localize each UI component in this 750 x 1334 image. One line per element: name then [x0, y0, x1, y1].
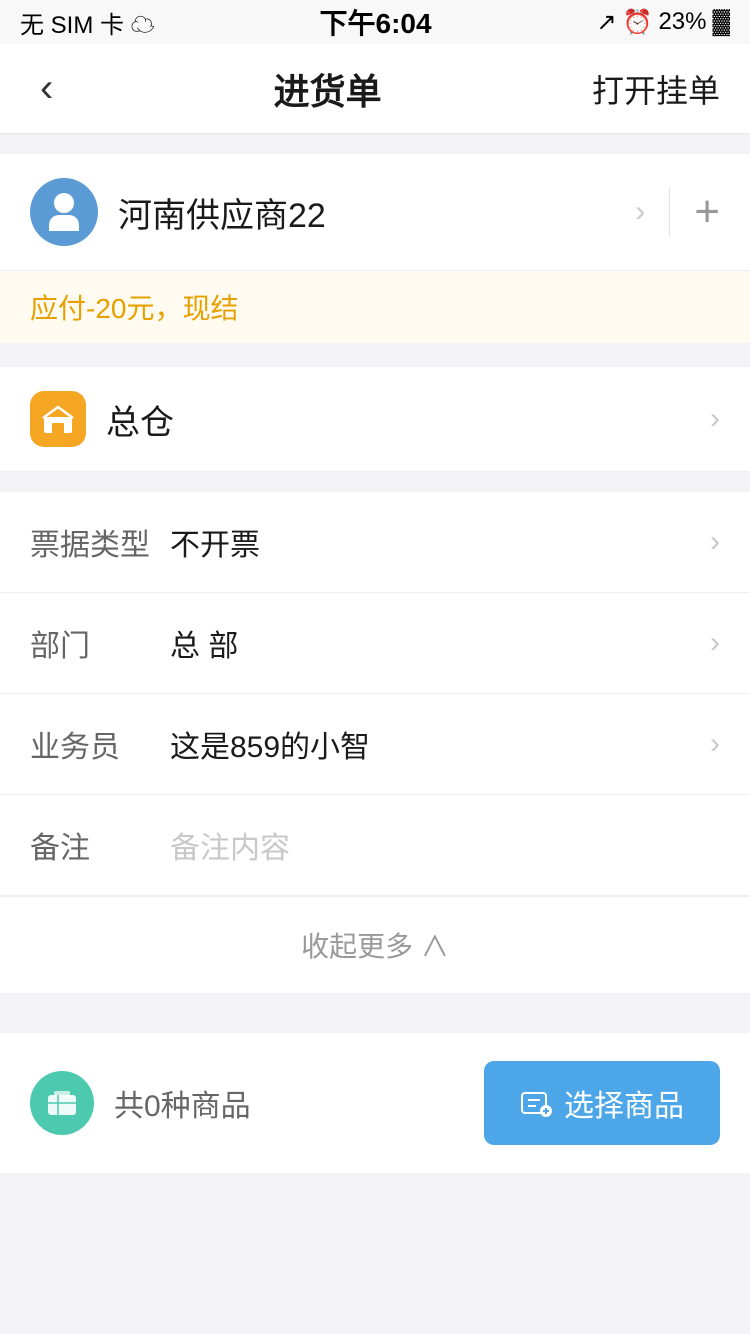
add-button[interactable]: +	[694, 190, 720, 234]
warehouse-row[interactable]: 总仓 ›	[0, 367, 750, 472]
status-bar: 无 SIM 卡 ☁ 下午6:04 ↗ ⏰ 23% ▓	[0, 0, 750, 44]
select-product-button[interactable]: 选择商品	[484, 1061, 720, 1145]
avatar-head	[54, 193, 74, 213]
salesperson-value: 这是859的小智	[150, 722, 700, 766]
salesperson-label: 业务员	[30, 722, 150, 766]
product-count: 共0种商品	[114, 1081, 484, 1125]
salesperson-row[interactable]: 业务员 这是859的小智 ›	[0, 694, 750, 795]
remark-label: 备注	[30, 823, 150, 867]
notice-row: 应付-20元，现结	[0, 271, 750, 347]
gap-4	[0, 993, 750, 1013]
chevron-right-icon: ›	[710, 525, 720, 559]
form-section: 票据类型 不开票 › 部门 总 部 › 业务员 这是859的小智 › 备注 备注…	[0, 492, 750, 993]
person-icon	[44, 192, 84, 232]
alarm-icon: ⏰	[623, 8, 653, 37]
back-button[interactable]: ‹	[30, 56, 63, 121]
signal-text: 无 SIM 卡 ☁	[20, 5, 155, 40]
collapse-button[interactable]: 收起更多 ∧	[0, 896, 750, 993]
battery-text: 23%	[658, 8, 706, 36]
chevron-right-icon: ›	[635, 195, 645, 229]
avatar	[30, 178, 98, 246]
invoice-type-row[interactable]: 票据类型 不开票 ›	[0, 492, 750, 593]
nav-bar: ‹ 进货单 打开挂单	[0, 44, 750, 134]
status-right: ↗ ⏰ 23% ▓	[596, 8, 730, 37]
gap-1	[0, 134, 750, 154]
gap-3	[0, 472, 750, 492]
status-left: 无 SIM 卡 ☁	[20, 5, 155, 40]
warehouse-name: 总仓	[106, 395, 700, 444]
battery-icon: ▓	[712, 8, 730, 36]
supplier-card: 河南供应商22 › + 应付-20元，现结	[0, 154, 750, 347]
location-icon: ↗	[596, 8, 616, 37]
warehouse-icon	[30, 391, 86, 447]
page-title: 进货单	[274, 63, 382, 115]
collapse-label: 收起更多 ∧	[301, 925, 449, 965]
chevron-right-icon: ›	[710, 727, 720, 761]
product-section: 共0种商品 选择商品	[0, 1033, 750, 1173]
open-pending-button[interactable]: 打开挂单	[592, 66, 720, 112]
product-icon	[30, 1071, 94, 1135]
divider	[669, 187, 670, 237]
status-time: 下午6:04	[320, 2, 432, 42]
invoice-type-label: 票据类型	[30, 520, 150, 564]
remark-value[interactable]: 备注内容	[150, 823, 720, 867]
invoice-type-value: 不开票	[150, 520, 700, 564]
remark-row[interactable]: 备注 备注内容	[0, 795, 750, 896]
chevron-right-icon: ›	[710, 402, 720, 436]
supplier-row[interactable]: 河南供应商22 › +	[0, 154, 750, 271]
select-product-label: 选择商品	[564, 1081, 684, 1125]
chevron-right-icon: ›	[710, 626, 720, 660]
notice-text: 应付-20元，现结	[30, 293, 238, 324]
gap-2	[0, 347, 750, 367]
department-row[interactable]: 部门 总 部 ›	[0, 593, 750, 694]
supplier-name: 河南供应商22	[118, 188, 625, 237]
department-value: 总 部	[150, 621, 700, 665]
department-label: 部门	[30, 621, 150, 665]
avatar-body	[49, 215, 79, 231]
